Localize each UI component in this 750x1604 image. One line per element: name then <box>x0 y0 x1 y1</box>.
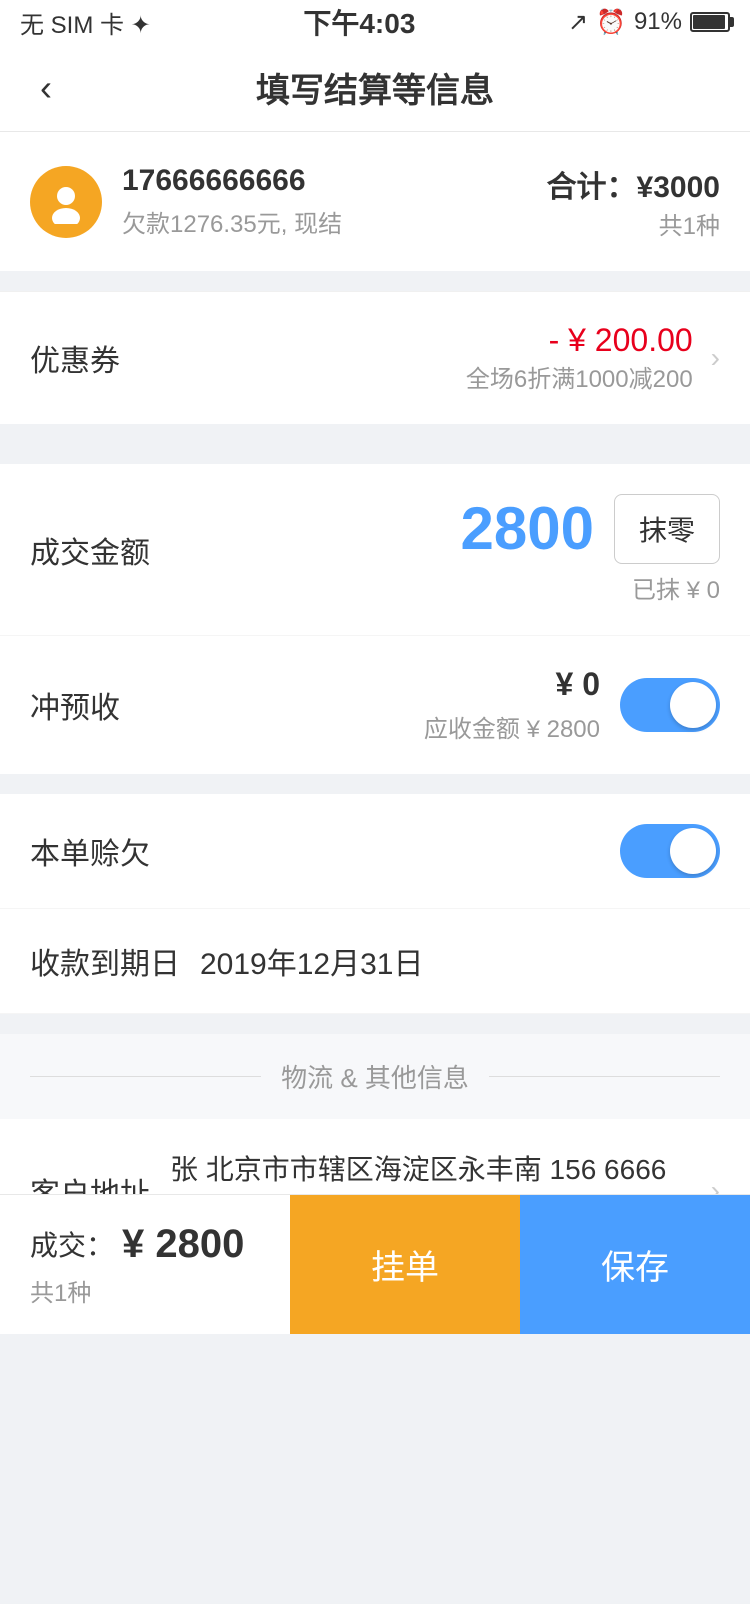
advance-text: ¥ 0 应收金额 ¥ 2800 <box>424 666 600 744</box>
due-date-value: 2019年12月31日 <box>200 939 423 983</box>
debt-toggle-knob <box>670 828 716 874</box>
sim-wifi-text: 无 SIM 卡 ✦ <box>20 5 151 40</box>
advance-toggle-knob <box>670 682 716 728</box>
bottom-deal-label: 成交： <box>30 1224 114 1264</box>
amount-erased: 已抹 ¥ 0 <box>461 570 721 605</box>
coupon-right: - ¥ 200.00 全场6折满1000减200 › <box>466 322 720 394</box>
alarm-icon: ⏰ <box>596 8 626 37</box>
advance-right: ¥ 0 应收金额 ¥ 2800 <box>424 666 720 744</box>
due-date-row: 收款到期日 2019年12月31日 <box>0 909 750 1014</box>
logistics-line-right <box>489 1076 720 1077</box>
section-divider-2 <box>0 774 750 794</box>
debt-toggle[interactable] <box>620 824 720 878</box>
customer-debt: 欠款1276.35元, 现结 <box>122 204 342 239</box>
customer-info: 17666666666 欠款1276.35元, 现结 <box>122 164 342 239</box>
advance-amount: ¥ 0 <box>424 666 600 703</box>
total-value: 合计：¥3000 <box>547 162 720 206</box>
nav-bar: ‹ 填写结算等信息 <box>0 44 750 132</box>
section-divider-3 <box>0 1014 750 1034</box>
bottom-summary: 成交： ¥ 2800 共1种 <box>0 1222 290 1308</box>
coupon-value: - ¥ 200.00 <box>466 322 693 359</box>
coupon-desc: 全场6折满1000减200 <box>466 359 693 394</box>
logistics-line-left <box>30 1076 261 1077</box>
customer-phone: 17666666666 <box>122 164 342 198</box>
page-title: 填写结算等信息 <box>256 63 494 112</box>
avatar <box>30 166 102 238</box>
customer-right: 合计：¥3000 共1种 <box>547 162 720 241</box>
status-bar: 无 SIM 卡 ✦ 下午4:03 ↗ ⏰ 91% <box>0 0 750 44</box>
due-date-label: 收款到期日 <box>30 939 180 983</box>
advance-toggle[interactable] <box>620 678 720 732</box>
deal-amount-row: 成交金额 2800 抹零 已抹 ¥ 0 <box>0 464 750 636</box>
save-button[interactable]: 保存 <box>520 1195 750 1334</box>
advance-receivable: 应收金额 ¥ 2800 <box>424 709 600 744</box>
logistics-text: 物流 & 其他信息 <box>281 1058 469 1095</box>
status-time: 下午4:03 <box>303 2 415 42</box>
advance-label: 冲预收 <box>30 683 170 727</box>
bottom-count: 共1种 <box>30 1273 260 1308</box>
coupon-label: 优惠券 <box>30 336 120 380</box>
bottom-deal-amount: ¥ 2800 <box>122 1222 244 1267</box>
customer-left: 17666666666 欠款1276.35元, 现结 <box>30 164 342 239</box>
debt-label: 本单赊欠 <box>30 829 150 873</box>
section-divider-1 <box>0 444 750 464</box>
status-left: 无 SIM 卡 ✦ <box>20 5 151 40</box>
deal-amount-label: 成交金额 <box>30 528 170 572</box>
total-count: 共1种 <box>547 206 720 241</box>
chevron-right-icon: › <box>711 342 720 374</box>
round-button[interactable]: 抹零 <box>614 494 720 564</box>
bottom-bar: 成交： ¥ 2800 共1种 挂单 保存 <box>0 1194 750 1334</box>
battery-text: 91% <box>634 8 682 36</box>
amount-value: 2800 <box>461 499 594 559</box>
content: 17666666666 欠款1276.35元, 现结 合计：¥3000 共1种 … <box>0 132 750 1604</box>
advance-row: 冲预收 ¥ 0 应收金额 ¥ 2800 <box>0 636 750 774</box>
customer-card: 17666666666 欠款1276.35元, 现结 合计：¥3000 共1种 <box>0 132 750 271</box>
avatar-icon <box>44 180 88 224</box>
amount-right: 2800 抹零 <box>461 494 721 564</box>
form-section: 成交金额 2800 抹零 已抹 ¥ 0 冲预收 ¥ 0 应收金额 ¥ 2800 <box>0 464 750 774</box>
coupon-row[interactable]: 优惠券 - ¥ 200.00 全场6折满1000减200 › <box>0 291 750 424</box>
bottom-deal: 成交： ¥ 2800 <box>30 1222 260 1267</box>
location-icon: ↗ <box>568 8 588 37</box>
battery-icon <box>690 12 730 32</box>
logistics-header: 物流 & 其他信息 <box>0 1034 750 1119</box>
status-right: ↗ ⏰ 91% <box>568 8 730 37</box>
back-button[interactable]: ‹ <box>30 57 62 119</box>
hold-button[interactable]: 挂单 <box>290 1195 520 1334</box>
debt-row: 本单赊欠 <box>0 794 750 909</box>
